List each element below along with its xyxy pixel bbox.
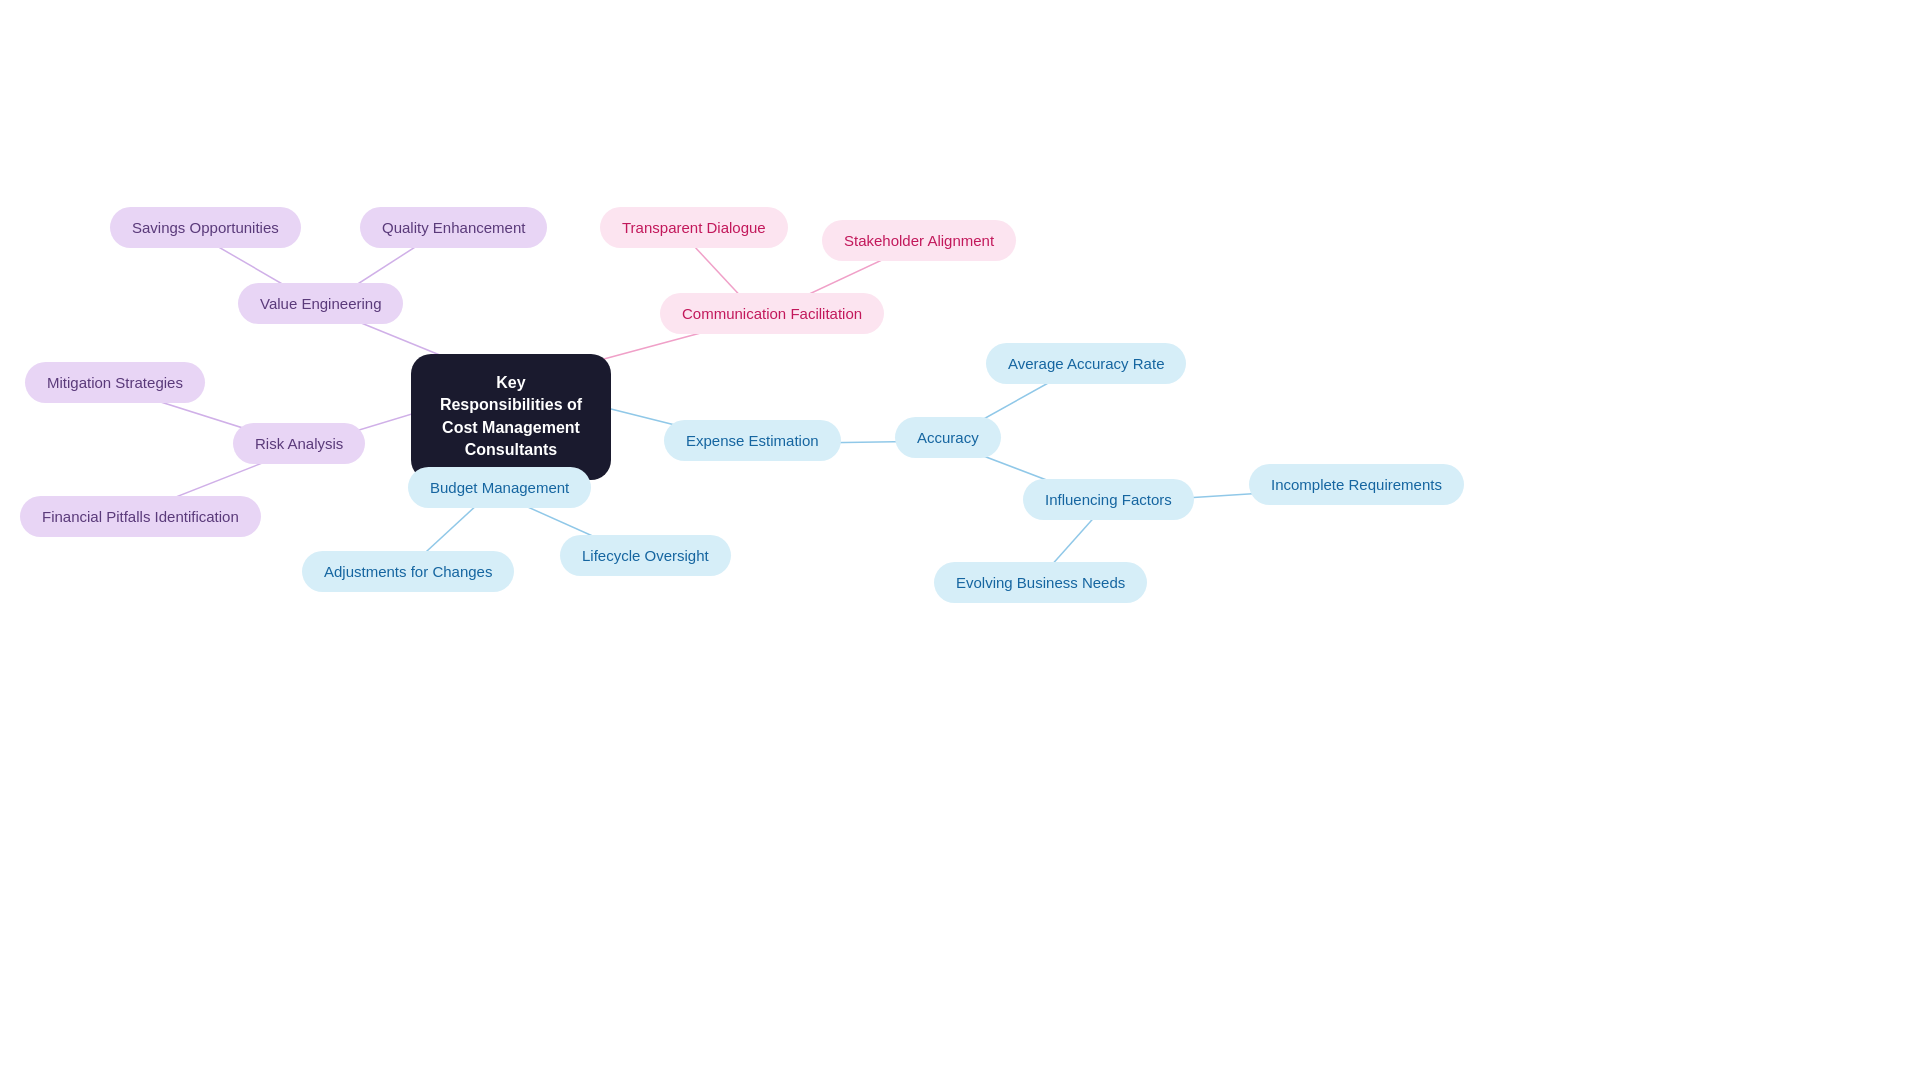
average-accuracy-rate-node: Average Accuracy Rate bbox=[986, 343, 1186, 384]
incomplete-requirements-node: Incomplete Requirements bbox=[1249, 464, 1464, 505]
adjustments-for-changes-node: Adjustments for Changes bbox=[302, 551, 514, 592]
expense-estimation-node: Expense Estimation bbox=[664, 420, 841, 461]
accuracy-node: Accuracy bbox=[895, 417, 1001, 458]
stakeholder-alignment-node: Stakeholder Alignment bbox=[822, 220, 1016, 261]
budget-management-node: Budget Management bbox=[408, 467, 591, 508]
evolving-business-needs-node: Evolving Business Needs bbox=[934, 562, 1147, 603]
risk-analysis-node: Risk Analysis bbox=[233, 423, 365, 464]
quality-enhancement-node: Quality Enhancement bbox=[360, 207, 547, 248]
value-engineering-node: Value Engineering bbox=[238, 283, 403, 324]
lifecycle-oversight-node: Lifecycle Oversight bbox=[560, 535, 731, 576]
communication-facilitation-node: Communication Facilitation bbox=[660, 293, 884, 334]
center-node: Key Responsibilities of Cost Management … bbox=[411, 354, 611, 480]
mitigation-strategies-node: Mitigation Strategies bbox=[25, 362, 205, 403]
financial-pitfalls-node: Financial Pitfalls Identification bbox=[20, 496, 261, 537]
transparent-dialogue-node: Transparent Dialogue bbox=[600, 207, 788, 248]
savings-opportunities-node: Savings Opportunities bbox=[110, 207, 301, 248]
influencing-factors-node: Influencing Factors bbox=[1023, 479, 1194, 520]
